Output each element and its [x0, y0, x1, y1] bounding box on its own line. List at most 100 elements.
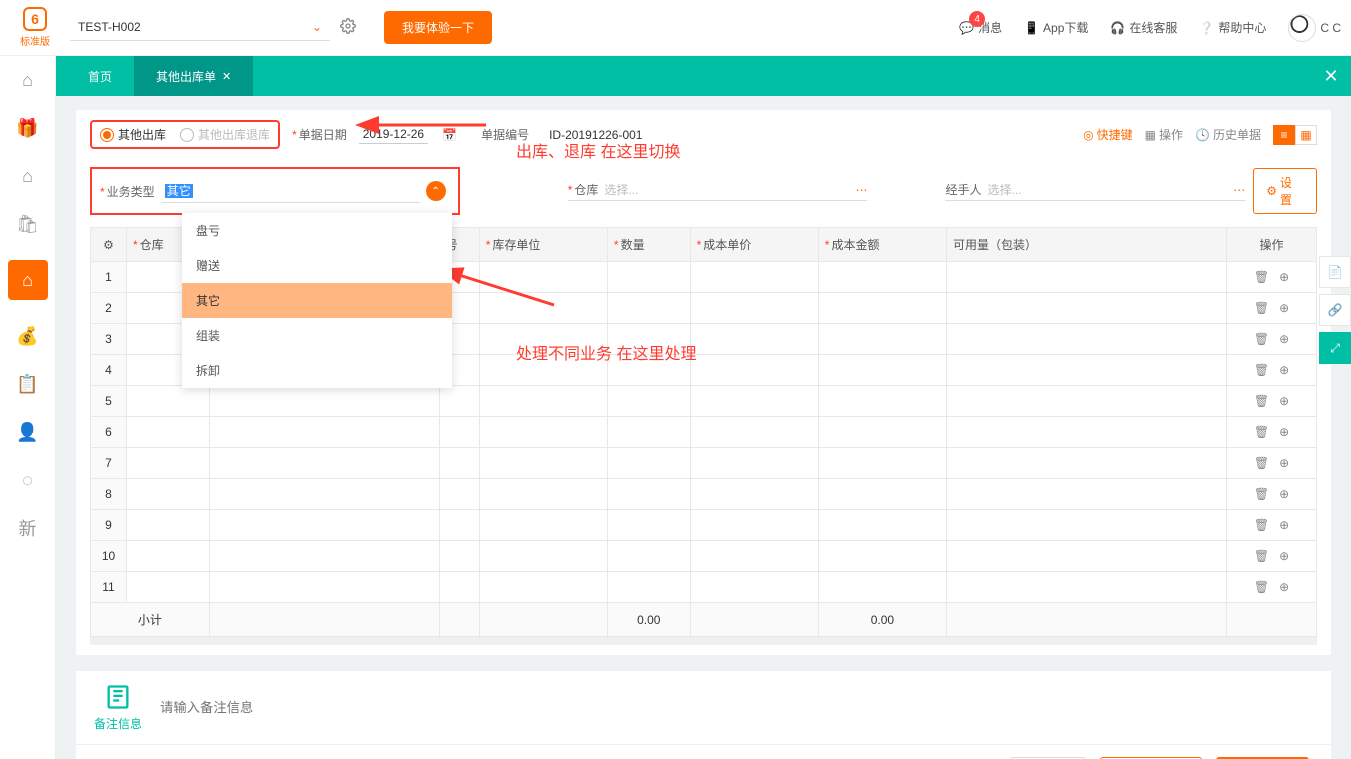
- delete-icon[interactable]: 🗑: [1254, 549, 1269, 563]
- online-service-link[interactable]: 🎧 在线客服: [1110, 19, 1177, 36]
- operate-link[interactable]: ▦ 操作: [1145, 126, 1183, 143]
- delete-icon[interactable]: 🗑: [1254, 363, 1269, 377]
- delete-icon[interactable]: 🗑: [1254, 332, 1269, 346]
- col-operate: 操作: [1227, 228, 1317, 262]
- rail-link-icon[interactable]: 🔗: [1319, 294, 1351, 326]
- add-icon[interactable]: ⊕: [1279, 518, 1289, 532]
- grid-icon: ▦: [1145, 128, 1156, 142]
- add-icon[interactable]: ⊕: [1279, 301, 1289, 315]
- more-icon[interactable]: ⋯: [855, 183, 867, 197]
- sidebar-new-icon[interactable]: 新: [16, 516, 40, 540]
- calendar-icon[interactable]: 📅: [442, 128, 457, 142]
- add-icon[interactable]: ⊕: [1279, 394, 1289, 408]
- gear-icon[interactable]: [340, 18, 356, 37]
- tab-current[interactable]: 其他出库单 ✕: [134, 56, 253, 96]
- table-row[interactable]: 8 🗑⊕: [91, 479, 1317, 510]
- user-menu[interactable]: C C: [1288, 14, 1341, 42]
- dropdown-opt-3[interactable]: 组装: [182, 318, 452, 353]
- logo-icon: 6: [23, 7, 47, 31]
- footer: 放弃 保存草稿 保存 ⌄: [76, 744, 1331, 759]
- col-cost-amount: *成本金额: [818, 228, 946, 262]
- chevron-up-icon[interactable]: ⌃: [426, 181, 446, 201]
- settings-button[interactable]: ⚙ 设置: [1253, 168, 1317, 214]
- rail-note-icon[interactable]: 📄: [1319, 256, 1351, 288]
- add-icon[interactable]: ⊕: [1279, 332, 1289, 346]
- delete-icon[interactable]: 🗑: [1254, 270, 1269, 284]
- toolbar-right: ◎ 快捷键 ▦ 操作 🕓 历史单据 ≡ ▦: [1083, 125, 1317, 145]
- delete-icon[interactable]: 🗑: [1254, 487, 1269, 501]
- add-icon[interactable]: ⊕: [1279, 425, 1289, 439]
- remark-input[interactable]: [160, 700, 1313, 715]
- delete-icon[interactable]: 🗑: [1254, 456, 1269, 470]
- chevron-down-icon: ⌄: [312, 20, 322, 34]
- account-select[interactable]: TEST-H002 ⌄: [70, 14, 330, 41]
- radio-outbound[interactable]: 其他出库: [100, 126, 166, 143]
- sidebar-gift-icon[interactable]: 🎁: [16, 116, 40, 140]
- delete-icon[interactable]: 🗑: [1254, 518, 1269, 532]
- dropdown-opt-0[interactable]: 盘亏: [182, 213, 452, 248]
- view-list-icon[interactable]: ≡: [1273, 125, 1295, 145]
- date-label: *单据日期: [292, 126, 347, 143]
- more-icon[interactable]: ⋯: [1233, 183, 1245, 197]
- history-link[interactable]: 🕓 历史单据: [1195, 126, 1261, 143]
- sidebar-contact-icon[interactable]: 👤: [16, 420, 40, 444]
- dropdown-opt-4[interactable]: 拆卸: [182, 353, 452, 388]
- add-icon[interactable]: ⊕: [1279, 456, 1289, 470]
- tabs-close-all[interactable]: ✕: [1311, 66, 1351, 87]
- table-row[interactable]: 6 🗑⊕: [91, 417, 1317, 448]
- add-icon[interactable]: ⊕: [1279, 549, 1289, 563]
- scroll-hint: [90, 637, 1317, 645]
- sidebar-dots-icon[interactable]: ◌: [16, 468, 40, 492]
- remark-card: 备注信息: [76, 671, 1331, 744]
- help-center-link[interactable]: ❔ 帮助中心: [1199, 19, 1266, 36]
- add-icon[interactable]: ⊕: [1279, 363, 1289, 377]
- biztype-input[interactable]: 其它: [161, 179, 420, 203]
- table-row[interactable]: 9 🗑⊕: [91, 510, 1317, 541]
- history-icon: 🕓: [1195, 128, 1210, 142]
- delete-icon[interactable]: 🗑: [1254, 425, 1269, 439]
- sidebar-house-icon[interactable]: ⌂: [16, 164, 40, 188]
- warehouse-select[interactable]: *仓库 选择... ⋯: [568, 181, 868, 201]
- phone-icon: 📱: [1024, 21, 1039, 35]
- view-toggle: ≡ ▦: [1273, 125, 1317, 145]
- delete-icon[interactable]: 🗑: [1254, 580, 1269, 594]
- app-download-link[interactable]: 📱 App下载: [1024, 19, 1088, 36]
- sidebar-clipboard-icon[interactable]: 📋: [16, 372, 40, 396]
- add-icon[interactable]: ⊕: [1279, 487, 1289, 501]
- shortcut-link[interactable]: ◎ 快捷键: [1083, 126, 1133, 143]
- sidebar-warehouse-icon[interactable]: ⌂: [8, 260, 48, 300]
- rail-expand-icon[interactable]: ⤢: [1319, 332, 1351, 364]
- radio-return[interactable]: 其他出库退库: [180, 126, 270, 143]
- view-grid-icon[interactable]: ▦: [1295, 125, 1317, 145]
- tab-home[interactable]: 首页: [66, 56, 134, 96]
- close-icon[interactable]: ✕: [222, 70, 231, 83]
- table-row[interactable]: 11 🗑⊕: [91, 572, 1317, 603]
- biztype-dropdown: 盘亏 赠送 其它 组装 拆卸: [182, 213, 452, 388]
- messages-badge: 4: [969, 11, 985, 27]
- add-icon[interactable]: ⊕: [1279, 580, 1289, 594]
- sidebar-home-icon[interactable]: ⌂: [16, 68, 40, 92]
- table-row[interactable]: 10 🗑⊕: [91, 541, 1317, 572]
- try-button[interactable]: 我要体验一下: [384, 11, 492, 44]
- radio-group-outbound-type: 其他出库 其他出库退库: [90, 120, 280, 149]
- table-row[interactable]: 7 🗑⊕: [91, 448, 1317, 479]
- handler-select[interactable]: 经手人 选择... ⋯: [945, 181, 1245, 201]
- biztype-label: *业务类型: [100, 183, 155, 200]
- sidebar-bag-icon[interactable]: 🛍: [16, 212, 40, 236]
- table-row[interactable]: 5 🗑⊕: [91, 386, 1317, 417]
- tabs-bar: 首页 其他出库单 ✕ ✕: [56, 56, 1351, 96]
- delete-icon[interactable]: 🗑: [1254, 301, 1269, 315]
- messages-link[interactable]: 💬 消息 4: [959, 19, 1002, 36]
- dropdown-opt-1[interactable]: 赠送: [182, 248, 452, 283]
- subtotal-qty: 0.00: [607, 603, 690, 637]
- date-input[interactable]: 2019-12-26: [359, 125, 428, 144]
- form-card: 其他出库 其他出库退库 *单据日期 2019-12-26 📅 单据编号 ID-2…: [76, 110, 1331, 655]
- subtotal-label: 小计: [91, 603, 210, 637]
- dropdown-opt-2[interactable]: 其它: [182, 283, 452, 318]
- col-gear[interactable]: ⚙: [91, 228, 127, 262]
- sidebar-money-icon[interactable]: 💰: [16, 324, 40, 348]
- add-icon[interactable]: ⊕: [1279, 270, 1289, 284]
- logo: 6 标准版: [10, 7, 60, 48]
- col-stock-unit: *库存单位: [479, 228, 607, 262]
- delete-icon[interactable]: 🗑: [1254, 394, 1269, 408]
